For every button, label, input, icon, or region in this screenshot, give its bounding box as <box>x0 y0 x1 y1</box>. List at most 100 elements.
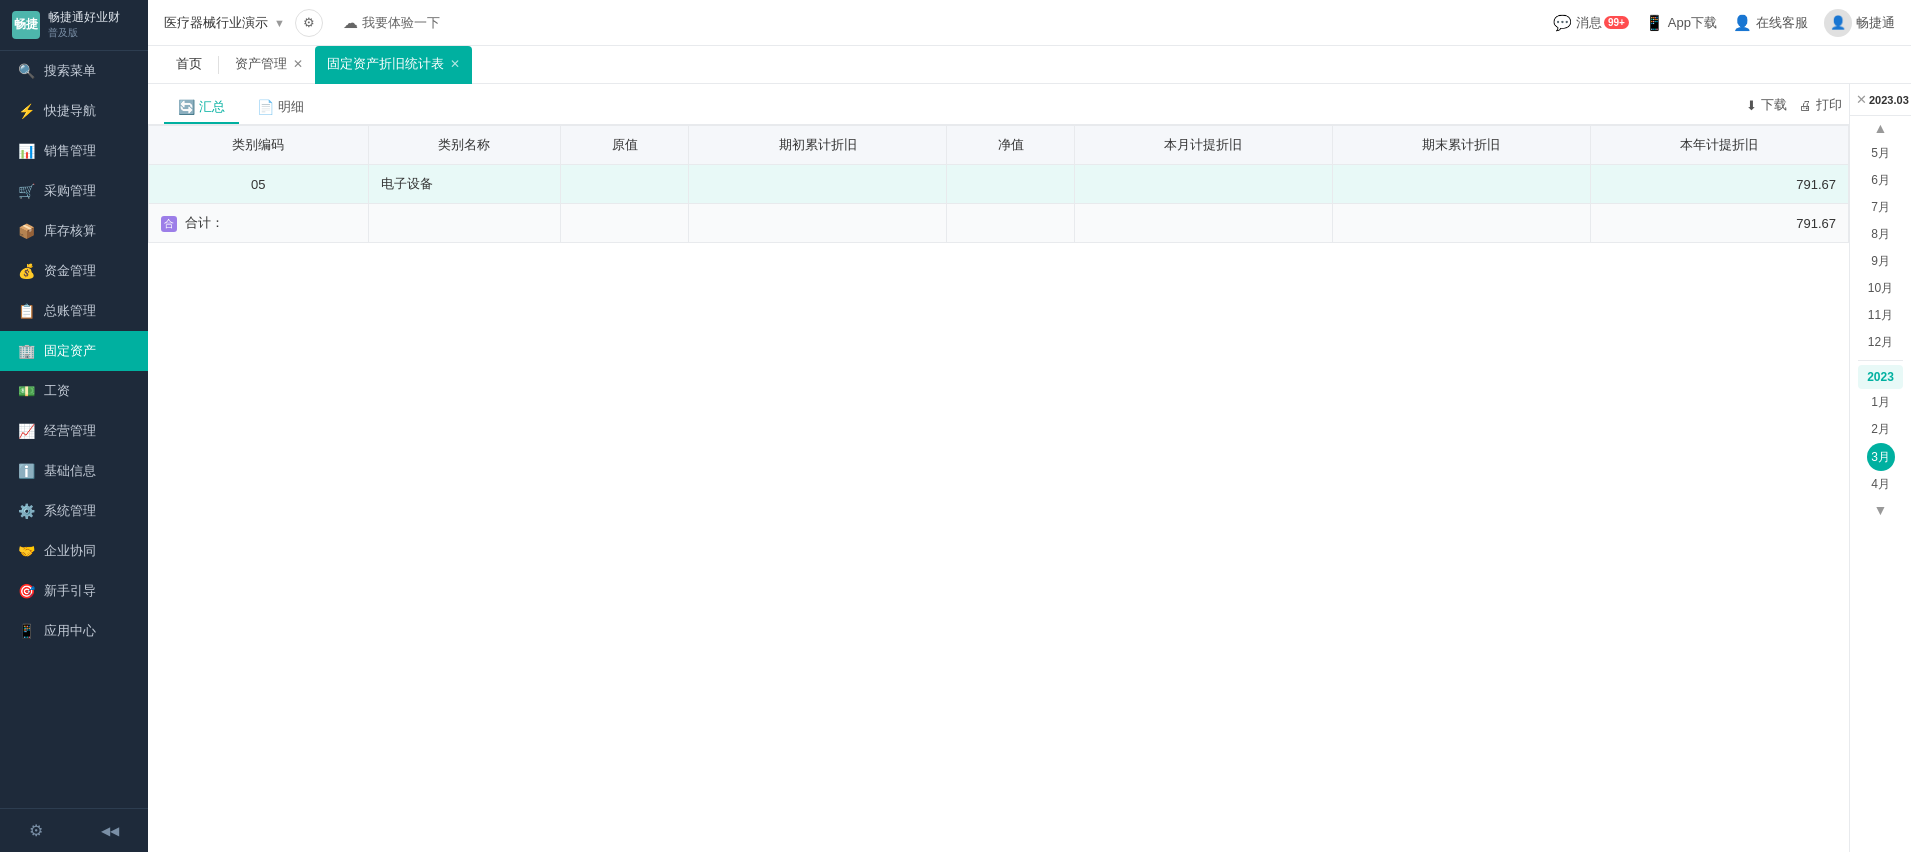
download-button[interactable]: ⬇ 下载 <box>1746 96 1787 114</box>
sidebar-item-enterprise[interactable]: 🤝 企业协同 <box>0 531 148 571</box>
sidebar-item-operation[interactable]: 📈 经营管理 <box>0 411 148 451</box>
sidebar-item-app-center[interactable]: 📱 应用中心 <box>0 611 148 651</box>
app-download-button[interactable]: 📱 App下载 <box>1645 14 1717 32</box>
experience-button[interactable]: ☁ 我要体验一下 <box>343 14 440 32</box>
month-item-9[interactable]: 9月 <box>1852 248 1909 275</box>
sales-icon: 📊 <box>16 141 36 161</box>
messages-icon: 💬 <box>1553 14 1572 32</box>
total-net-value <box>947 204 1075 243</box>
sub-tab-detail[interactable]: 📄 明细 <box>243 92 318 124</box>
sub-tab-summary[interactable]: 🔄 汇总 <box>164 92 239 124</box>
month-item-10[interactable]: 10月 <box>1852 275 1909 302</box>
tabs-bar: 首页 资产管理 ✕ 固定资产折旧统计表 ✕ <box>148 46 1911 84</box>
cell-category-name: 电子设备 <box>368 165 561 204</box>
sidebar-item-label: 应用中心 <box>44 622 96 640</box>
month-item-3[interactable]: 3月 <box>1867 443 1895 471</box>
total-period-accumulated <box>1332 204 1590 243</box>
total-accumulated-depreciation <box>689 204 947 243</box>
sidebar-item-search[interactable]: 🔍 搜索菜单 <box>0 51 148 91</box>
col-original-value: 原值 <box>561 126 689 165</box>
table-header-row: 类别编码 类别名称 原值 期初累计折旧 净值 本月计提折旧 期末累计折旧 本年计… <box>149 126 1849 165</box>
avatar: 👤 <box>1824 9 1852 37</box>
online-support-icon: 👤 <box>1733 14 1752 32</box>
col-period-accumulated: 期末累计折旧 <box>1332 126 1590 165</box>
tab-asset-management-close[interactable]: ✕ <box>293 57 303 71</box>
total-label: 合计： <box>185 215 224 230</box>
sidebar-item-basic-info[interactable]: ℹ️ 基础信息 <box>0 451 148 491</box>
topbar-settings-button[interactable]: ⚙ <box>295 9 323 37</box>
cell-yearly-depreciation: 791.67 <box>1590 165 1848 204</box>
sidebar-item-system[interactable]: ⚙️ 系统管理 <box>0 491 148 531</box>
print-button[interactable]: 🖨 打印 <box>1799 96 1842 114</box>
sidebar-item-salary[interactable]: 💵 工资 <box>0 371 148 411</box>
col-net-value: 净值 <box>947 126 1075 165</box>
detail-icon: 📄 <box>257 99 274 115</box>
messages-button[interactable]: 💬 消息 99+ <box>1553 14 1629 32</box>
user-button[interactable]: 👤 畅捷通 <box>1824 9 1895 37</box>
month-item-1[interactable]: 1月 <box>1852 389 1909 416</box>
search-icon: 🔍 <box>16 61 36 81</box>
collapse-button[interactable]: ◀◀ <box>93 820 127 842</box>
table-container: 类别编码 类别名称 原值 期初累计折旧 净值 本月计提折旧 期末累计折旧 本年计… <box>148 125 1849 852</box>
month-item-11[interactable]: 11月 <box>1852 302 1909 329</box>
sidebar-item-finance[interactable]: 💰 资金管理 <box>0 251 148 291</box>
experience-icon: ☁ <box>343 14 358 32</box>
sidebar-item-quick-nav[interactable]: ⚡ 快捷导航 <box>0 91 148 131</box>
sidebar-item-fixed-assets[interactable]: 🏢 固定资产 <box>0 331 148 371</box>
sidebar-bottom: ⚙ ◀◀ <box>0 808 148 852</box>
sidebar-item-inventory[interactable]: 📦 库存核算 <box>0 211 148 251</box>
logo-edition: 普及版 <box>48 26 120 40</box>
total-label-cell: 合 合计： <box>149 204 369 243</box>
enterprise-icon: 🤝 <box>16 541 36 561</box>
operation-icon: 📈 <box>16 421 36 441</box>
fixed-assets-icon: 🏢 <box>16 341 36 361</box>
month-item-12[interactable]: 12月 <box>1852 329 1909 356</box>
company-selector[interactable]: 医疗器械行业演示 ▼ <box>164 14 285 32</box>
date-panel: ✕ 2023.03 ⤢ ▲ 5月 6月 7月 8月 9月 10月 11月 12月… <box>1849 84 1911 852</box>
finance-icon: 💰 <box>16 261 36 281</box>
tab-depreciation-close[interactable]: ✕ <box>450 57 460 71</box>
cell-net-value <box>947 165 1075 204</box>
sidebar-item-label: 新手引导 <box>44 582 96 600</box>
quick-nav-icon: ⚡ <box>16 101 36 121</box>
table-row: 05 电子设备 791.67 <box>149 165 1849 204</box>
month-item-6[interactable]: 6月 <box>1852 167 1909 194</box>
tab-asset-management-label: 资产管理 <box>235 55 287 73</box>
col-accumulated-depreciation: 期初累计折旧 <box>689 126 947 165</box>
panel-close-button[interactable]: ✕ <box>1854 90 1869 109</box>
settings-bottom-button[interactable]: ⚙ <box>21 817 51 844</box>
month-item-8[interactable]: 8月 <box>1852 221 1909 248</box>
sidebar-item-purchase[interactable]: 🛒 采购管理 <box>0 171 148 211</box>
date-panel-scroll: ▲ 5月 6月 7月 8月 9月 10月 11月 12月 2023 1月 2月 … <box>1850 116 1911 852</box>
download-icon: ⬇ <box>1746 98 1757 113</box>
system-icon: ⚙️ <box>16 501 36 521</box>
cell-category-code: 05 <box>149 165 369 204</box>
panel-title: 2023.03 <box>1869 94 1909 106</box>
sidebar-logo: 畅捷 畅捷通好业财 普及版 <box>0 0 148 51</box>
app-center-icon: 📱 <box>16 621 36 641</box>
month-item-2[interactable]: 2月 <box>1852 416 1909 443</box>
month-item-4[interactable]: 4月 <box>1852 471 1909 498</box>
table-total-row: 合 合计： 791.67 <box>149 204 1849 243</box>
date-panel-header: ✕ 2023.03 ⤢ <box>1850 84 1911 116</box>
month-item-7[interactable]: 7月 <box>1852 194 1909 221</box>
tab-asset-management[interactable]: 资产管理 ✕ <box>223 46 315 84</box>
topbar-right: 💬 消息 99+ 📱 App下载 👤 在线客服 👤 畅捷通 <box>1553 9 1895 37</box>
online-support-button[interactable]: 👤 在线客服 <box>1733 14 1808 32</box>
tab-divider <box>218 56 219 74</box>
year-divider <box>1858 360 1904 361</box>
total-original-value <box>561 204 689 243</box>
logo-text: 畅捷通好业财 普及版 <box>48 10 120 40</box>
sidebar-item-sales[interactable]: 📊 销售管理 <box>0 131 148 171</box>
sidebar-item-label: 搜索菜单 <box>44 62 96 80</box>
month-item-5[interactable]: 5月 <box>1852 140 1909 167</box>
tab-fixed-asset-depreciation[interactable]: 固定资产折旧统计表 ✕ <box>315 46 472 84</box>
nav-up-arrow[interactable]: ▲ <box>1850 116 1911 140</box>
topbar: 医疗器械行业演示 ▼ ⚙ ☁ 我要体验一下 💬 消息 99+ 📱 App下载 👤… <box>148 0 1911 46</box>
sidebar-item-guide[interactable]: 🎯 新手引导 <box>0 571 148 611</box>
cell-monthly-depreciation <box>1074 165 1332 204</box>
tab-home[interactable]: 首页 <box>164 46 214 84</box>
nav-down-arrow[interactable]: ▼ <box>1850 498 1911 522</box>
logo-name: 畅捷通好业财 <box>48 10 120 26</box>
sidebar-item-ledger[interactable]: 📋 总账管理 <box>0 291 148 331</box>
